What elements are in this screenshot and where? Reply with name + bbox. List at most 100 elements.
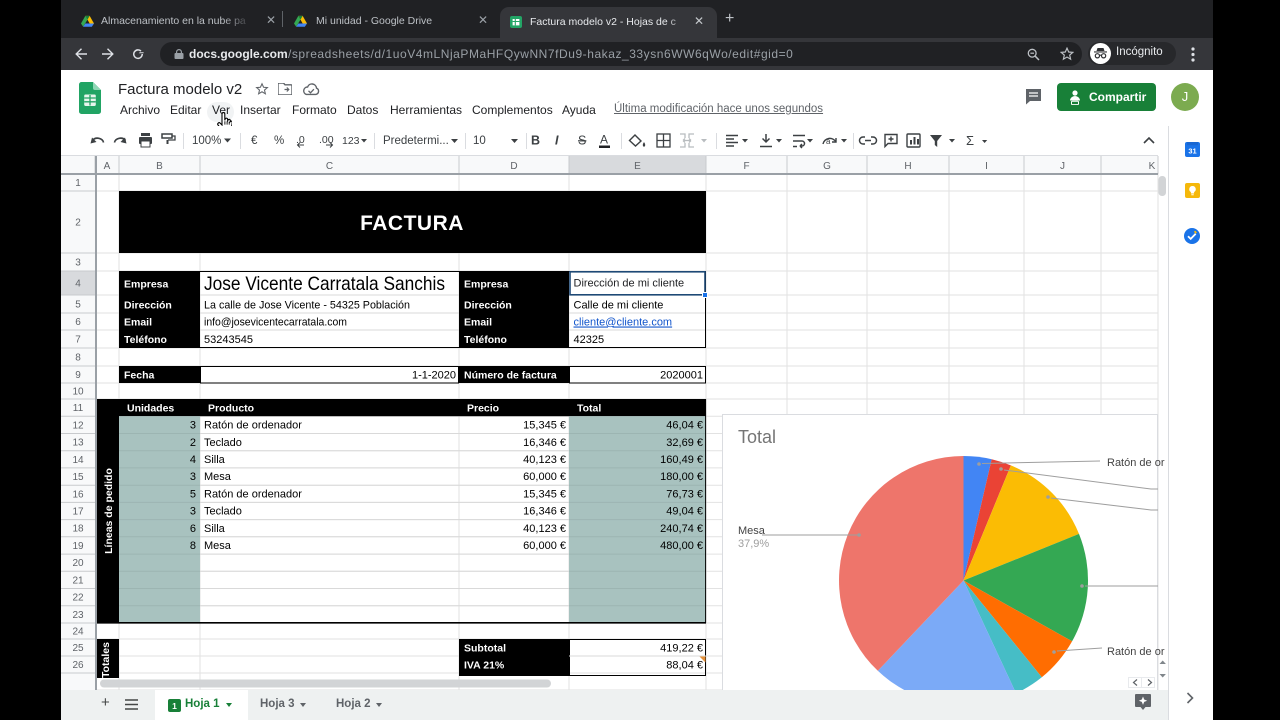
svg-text:Silla: Silla <box>204 523 226 535</box>
svg-text:10: 10 <box>72 387 84 398</box>
svg-text:15: 15 <box>72 472 84 483</box>
svg-text:88,04 €: 88,04 € <box>666 660 703 672</box>
svg-text:42325: 42325 <box>574 334 605 346</box>
svg-text:A: A <box>600 133 608 147</box>
svg-text:Silla: Silla <box>204 454 226 466</box>
svg-text:240,74 €: 240,74 € <box>660 523 703 535</box>
svg-text:160,49 €: 160,49 € <box>660 454 703 466</box>
svg-text:cliente@cliente.com: cliente@cliente.com <box>574 317 673 329</box>
svg-text:13: 13 <box>72 438 84 449</box>
svg-text:B: B <box>156 161 163 172</box>
svg-text:3: 3 <box>190 420 196 432</box>
svg-text:Fecha: Fecha <box>124 370 155 382</box>
svg-text:Mesa: Mesa <box>204 471 232 483</box>
svg-text:16: 16 <box>72 489 84 500</box>
svg-text:123: 123 <box>342 135 360 147</box>
svg-text:40,123 €: 40,123 € <box>523 523 566 535</box>
svg-text:19: 19 <box>72 541 84 552</box>
svg-text:Número de factura: Número de factura <box>464 370 557 382</box>
svg-text:60,000 €: 60,000 € <box>523 471 566 483</box>
svg-text:31: 31 <box>1188 147 1196 156</box>
svg-text:21: 21 <box>72 575 84 586</box>
svg-text:Total: Total <box>577 403 601 415</box>
svg-text:25: 25 <box>72 643 84 654</box>
svg-text:6: 6 <box>75 317 81 328</box>
svg-text:€: € <box>251 135 258 147</box>
svg-text:4: 4 <box>75 279 81 290</box>
svg-text:J: J <box>1060 161 1065 172</box>
svg-text:Mesa: Mesa <box>204 540 232 552</box>
svg-text:I: I <box>985 161 988 172</box>
svg-text:46,04 €: 46,04 € <box>666 420 703 432</box>
svg-text:Totales: Totales <box>100 642 112 678</box>
svg-text:Teléfono: Teléfono <box>124 334 167 346</box>
svg-text:22: 22 <box>72 593 84 604</box>
svg-text:24: 24 <box>72 627 84 638</box>
svg-text:23: 23 <box>72 610 84 621</box>
svg-text:Precio: Precio <box>467 403 499 415</box>
svg-text:Producto: Producto <box>208 403 254 415</box>
svg-text:1: 1 <box>75 178 81 189</box>
svg-text:419,22 €: 419,22 € <box>660 643 703 655</box>
svg-text:1-1-2020: 1-1-2020 <box>412 370 456 382</box>
svg-text:S: S <box>578 134 586 148</box>
svg-text:G: G <box>823 161 831 172</box>
svg-text:Empresa: Empresa <box>124 279 169 291</box>
svg-text:D: D <box>510 161 517 172</box>
svg-text:K: K <box>1149 161 1156 172</box>
svg-text:11: 11 <box>73 403 84 414</box>
svg-text:8: 8 <box>190 540 196 552</box>
svg-text:10: 10 <box>473 135 486 147</box>
svg-text:A: A <box>104 161 111 172</box>
svg-text:3: 3 <box>190 506 196 518</box>
svg-text:H: H <box>904 161 911 172</box>
svg-text:F: F <box>743 161 749 172</box>
svg-text:15,345 €: 15,345 € <box>523 489 566 501</box>
svg-text:Unidades: Unidades <box>127 403 174 415</box>
svg-text:Teléfono: Teléfono <box>464 334 507 346</box>
svg-text:76,73 €: 76,73 € <box>666 489 703 501</box>
svg-text:La calle de Jose Vicente - 543: La calle de Jose Vicente - 54325 Poblaci… <box>204 300 410 312</box>
svg-text:Empresa: Empresa <box>464 279 509 291</box>
svg-text:9: 9 <box>75 370 81 381</box>
svg-text:480,00 €: 480,00 € <box>660 540 703 552</box>
svg-text:3: 3 <box>75 258 81 269</box>
svg-text:Predetermi...: Predetermi... <box>383 135 449 147</box>
svg-text:%: % <box>274 135 284 147</box>
svg-text:12: 12 <box>72 420 84 431</box>
svg-text:FACTURA: FACTURA <box>360 212 464 235</box>
svg-text:I: I <box>555 134 559 148</box>
svg-text:60,000 €: 60,000 € <box>523 540 566 552</box>
svg-text:26: 26 <box>72 660 84 671</box>
svg-text:Σ: Σ <box>966 133 974 148</box>
svg-text:Subtotal: Subtotal <box>464 643 506 655</box>
svg-text:14: 14 <box>72 455 84 466</box>
svg-text:32,69 €: 32,69 € <box>666 437 703 449</box>
svg-text:16,346 €: 16,346 € <box>523 437 566 449</box>
svg-text:Teclado: Teclado <box>204 506 242 518</box>
svg-text:15,345 €: 15,345 € <box>523 420 566 432</box>
svg-text:2020001: 2020001 <box>660 370 703 382</box>
svg-text:a: a <box>826 137 831 146</box>
svg-text:8: 8 <box>75 353 81 364</box>
svg-text:18: 18 <box>72 524 84 535</box>
svg-text:info@josevicentecarratala.com: info@josevicentecarratala.com <box>204 317 347 329</box>
svg-text:5: 5 <box>75 300 81 311</box>
svg-text:2: 2 <box>75 218 81 229</box>
svg-text:Jose Vicente Carratala Sanchis: Jose Vicente Carratala Sanchis <box>204 273 445 295</box>
svg-text:Dirección: Dirección <box>464 300 512 312</box>
svg-text:Líneas de pedido: Líneas de pedido <box>103 468 115 554</box>
svg-text:IVA 21%: IVA 21% <box>464 660 505 672</box>
svg-text:Teclado: Teclado <box>204 437 242 449</box>
svg-text:Dirección: Dirección <box>124 300 172 312</box>
svg-text:Ratón de or: Ratón de or <box>1107 457 1165 469</box>
svg-text:.0: .0 <box>296 134 305 146</box>
svg-text:Calle de mi cliente: Calle de mi cliente <box>574 300 664 312</box>
svg-text:37,9%: 37,9% <box>738 538 769 550</box>
svg-text:3: 3 <box>190 471 196 483</box>
svg-text:Ratón de ordenador: Ratón de ordenador <box>204 489 302 501</box>
svg-text:Ratón de or: Ratón de or <box>1107 646 1165 658</box>
svg-text:180,00 €: 180,00 € <box>660 471 703 483</box>
svg-text:1: 1 <box>172 701 177 711</box>
svg-text:C: C <box>326 161 333 172</box>
